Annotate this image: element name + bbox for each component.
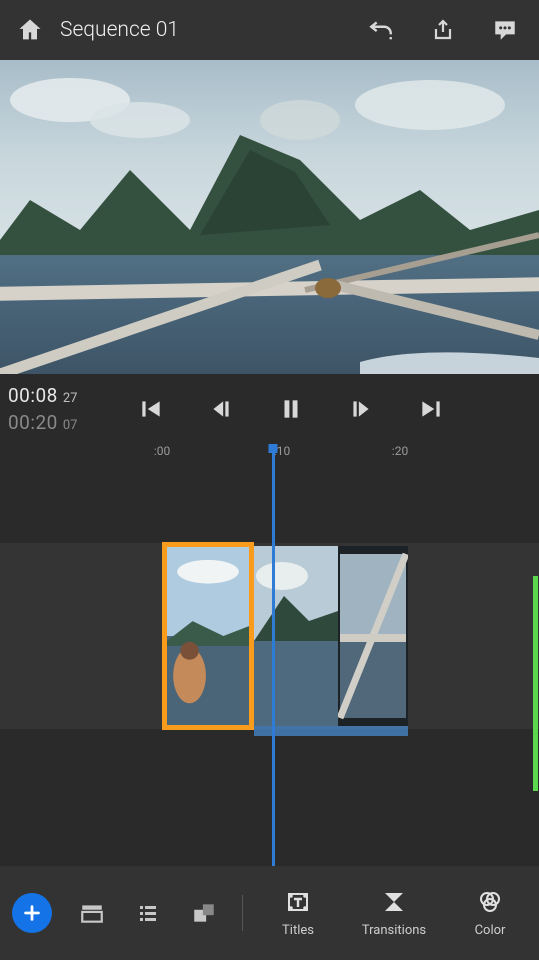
clip[interactable]: [338, 546, 408, 726]
transport-controls: 00:08 27 00:20 07: [0, 374, 539, 444]
skip-start-icon[interactable]: [135, 393, 167, 425]
timecode-display: 00:08 27 00:20 07: [8, 384, 77, 434]
clip-selected[interactable]: [162, 542, 254, 730]
overlap-clip-icon[interactable]: [190, 899, 218, 927]
total-time: 00:20: [8, 411, 58, 434]
list-view-icon[interactable]: [134, 899, 162, 927]
bottom-toolbar: Titles Transitions Color: [0, 866, 539, 960]
step-forward-icon[interactable]: [345, 393, 377, 425]
audio-waveform: [338, 726, 408, 736]
audio-waveform: [254, 726, 338, 736]
tab-color[interactable]: Color: [453, 889, 527, 938]
color-icon: [477, 889, 503, 915]
transitions-icon: [381, 889, 407, 915]
top-bar: Sequence 01: [0, 0, 539, 60]
timeline[interactable]: [0, 476, 539, 833]
tab-label: Transitions: [362, 923, 426, 938]
toolbar-divider: [242, 895, 243, 931]
ruler-tick: :20: [392, 444, 408, 458]
tab-transitions[interactable]: Transitions: [357, 889, 431, 938]
skip-end-icon[interactable]: [415, 393, 447, 425]
ruler-tick: :00: [154, 444, 170, 458]
comment-icon[interactable]: [491, 16, 519, 44]
timeline-marker[interactable]: [533, 576, 538, 791]
tab-label: Titles: [282, 923, 314, 938]
video-preview[interactable]: [0, 60, 539, 374]
total-frames: 07: [63, 418, 78, 433]
step-back-icon[interactable]: [205, 393, 237, 425]
clip[interactable]: [254, 546, 338, 726]
titles-icon: [285, 889, 311, 915]
undo-icon[interactable]: [367, 16, 395, 44]
add-media-button[interactable]: [12, 893, 52, 933]
tab-label: Color: [475, 923, 506, 938]
playhead[interactable]: [272, 444, 275, 898]
current-frames: 27: [63, 391, 78, 406]
sequence-title[interactable]: Sequence 01: [60, 18, 367, 42]
share-icon[interactable]: [429, 16, 457, 44]
project-panel-icon[interactable]: [78, 899, 106, 927]
home-icon[interactable]: [14, 14, 46, 46]
current-time: 00:08: [8, 384, 58, 407]
pause-icon[interactable]: [275, 393, 307, 425]
tab-titles[interactable]: Titles: [261, 889, 335, 938]
